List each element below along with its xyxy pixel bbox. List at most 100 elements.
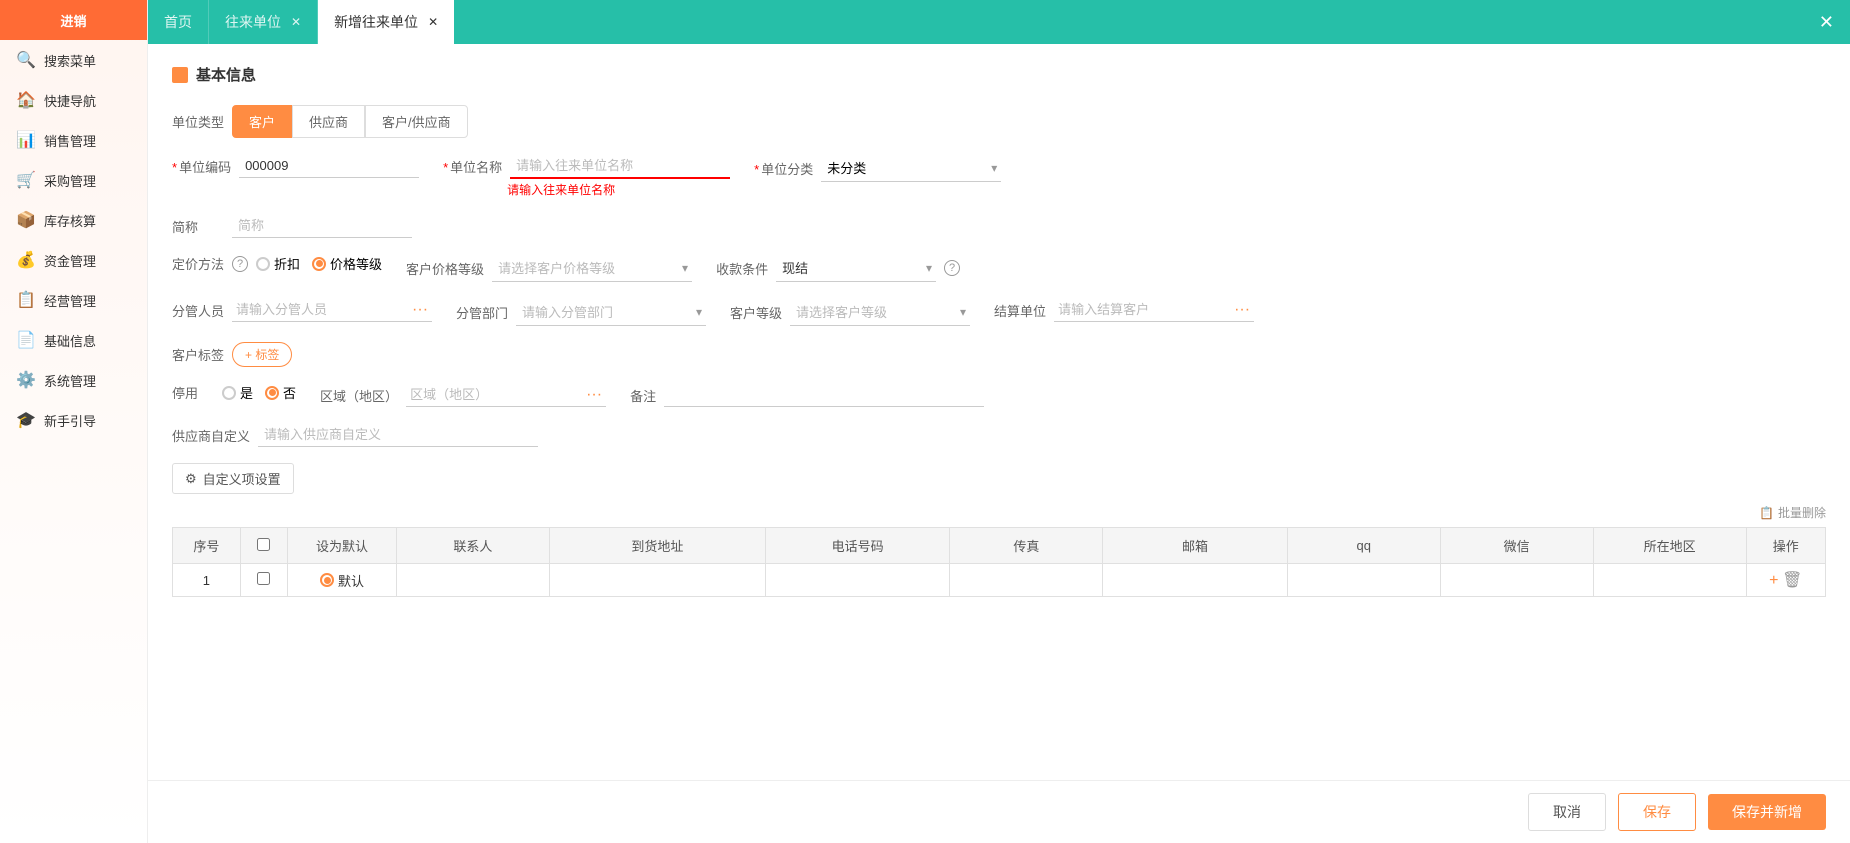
sidebar-item-finance[interactable]: 💰 资金管理 (0, 240, 147, 280)
region-input[interactable] (406, 383, 582, 406)
manager-ellipsis-btn[interactable]: ··· (408, 301, 432, 319)
unit-category-select-wrapper: 未分类 ▾ (821, 154, 1001, 182)
unit-type-group: 单位类型 客户 供应商 客户/供应商 (172, 105, 468, 138)
cell-wechat (1440, 564, 1593, 597)
batch-delete-btn[interactable]: 📋 批量删除 (1759, 504, 1826, 521)
payment-terms-help-icon[interactable]: ? (944, 260, 960, 276)
sidebar-item-operation[interactable]: 📋 经营管理 (0, 280, 147, 320)
th-action: 操作 (1746, 528, 1825, 564)
table-select-all[interactable] (257, 538, 270, 551)
pricing-help-icon[interactable]: ? (232, 256, 248, 272)
tab-new-unit[interactable]: 新增往来单位 ✕ (318, 0, 454, 44)
department-group: 分管部门 请输入分管部门 ▾ (456, 298, 706, 326)
cart-icon: 🛒 (16, 170, 36, 190)
th-check (240, 528, 287, 564)
tab-home[interactable]: 首页 (148, 0, 209, 44)
sidebar-item-inventory[interactable]: 📦 库存核算 (0, 200, 147, 240)
department-label: 分管部门 (456, 303, 508, 322)
cell-region (1593, 564, 1746, 597)
settlement-ellipsis-btn[interactable]: ··· (1230, 301, 1254, 319)
chart-icon: 📊 (16, 130, 36, 150)
row-delete-btn[interactable]: 🗑 (1782, 570, 1802, 590)
sidebar-item-newbie[interactable]: 🎓 新手引导 (0, 400, 147, 440)
row-checkbox[interactable] (257, 572, 270, 585)
department-select-wrapper: 请输入分管部门 ▾ (516, 298, 706, 326)
qq-input[interactable] (1324, 573, 1404, 588)
phone-input[interactable] (808, 573, 908, 588)
sidebar-item-purchase[interactable]: 🛒 采购管理 (0, 160, 147, 200)
th-email: 邮箱 (1103, 528, 1287, 564)
region-ellipsis-btn[interactable]: ··· (582, 386, 606, 404)
remarks-group: 备注 (630, 383, 984, 407)
wechat-input[interactable] (1477, 573, 1557, 588)
batch-delete-label: 批量删除 (1778, 504, 1826, 521)
sidebar-item-system[interactable]: ⚙️ 系统管理 (0, 360, 147, 400)
tab-unit-list[interactable]: 往来单位 ✕ (209, 0, 318, 44)
default-radio[interactable]: 默认 (296, 571, 388, 590)
cell-default: 默认 (288, 564, 397, 597)
contact-input[interactable] (433, 573, 513, 588)
disabled-radio-yes[interactable]: 是 (222, 383, 253, 402)
window-close-icon[interactable]: ✕ (1803, 0, 1850, 44)
table-row: 1 默认 (173, 564, 1826, 597)
payment-terms-select[interactable]: 现结 (776, 254, 936, 282)
abbreviation-input[interactable] (232, 214, 412, 238)
pricing-method-group: 定价方法 ? 折扣 价格等级 (172, 254, 382, 273)
customer-price-select[interactable]: 请选择客户价格等级 (492, 254, 692, 282)
abbreviation-group: 简称 (172, 214, 412, 238)
row-add-btn[interactable]: + (1769, 572, 1778, 590)
tab-new-unit-close[interactable]: ✕ (428, 15, 438, 29)
disabled-radio-no[interactable]: 否 (265, 383, 296, 402)
department-select[interactable]: 请输入分管部门 (516, 298, 706, 326)
supplier-custom-input[interactable] (258, 423, 538, 447)
table-toolbar: 📋 批量删除 (172, 504, 1826, 521)
unit-code-group: *单位编码 (172, 154, 419, 178)
email-input[interactable] (1145, 573, 1245, 588)
unit-name-input[interactable] (510, 154, 730, 179)
form-content: 基本信息 单位类型 客户 供应商 客户/供应商 *单位编码 (148, 44, 1850, 780)
sidebar-item-label: 库存核算 (44, 211, 96, 230)
save-button[interactable]: 保存 (1618, 793, 1696, 831)
settlement-input-wrapper: ··· (1054, 298, 1254, 322)
pricing-radio-level[interactable]: 价格等级 (312, 254, 382, 273)
th-contact: 联系人 (396, 528, 549, 564)
pricing-radio-discount[interactable]: 折扣 (256, 254, 300, 273)
type-btn-customer[interactable]: 客户 (232, 105, 292, 138)
save-new-button[interactable]: 保存并新增 (1708, 794, 1826, 830)
fax-input[interactable] (986, 573, 1066, 588)
settlement-input[interactable] (1054, 298, 1230, 321)
main-area: 首页 往来单位 ✕ 新增往来单位 ✕ ✕ 基本信息 单位类型 客户 供应商 客户 (148, 0, 1850, 843)
th-address: 到货地址 (549, 528, 765, 564)
cell-fax (950, 564, 1103, 597)
cell-action: + 🗑 (1746, 564, 1825, 597)
sidebar-item-sales[interactable]: 📊 销售管理 (0, 120, 147, 160)
cancel-button[interactable]: 取消 (1528, 793, 1606, 831)
sidebar-item-label: 基础信息 (44, 331, 96, 350)
search-icon: 🔍 (16, 50, 36, 70)
sidebar-item-quicknav[interactable]: 🏠 快捷导航 (0, 80, 147, 120)
customer-level-label: 客户等级 (730, 303, 782, 322)
manager-input[interactable] (232, 298, 408, 321)
disabled-region-row: 停用 是 否 区域（地区） (172, 383, 1826, 407)
unit-name-group: *单位名称 请输入往来单位名称 (443, 154, 730, 198)
unit-code-input[interactable] (239, 154, 419, 178)
type-btn-both[interactable]: 客户/供应商 (365, 105, 468, 138)
graduation-icon: 🎓 (16, 410, 36, 430)
radio-label-no: 否 (283, 383, 296, 402)
unit-name-error: 请输入往来单位名称 (507, 181, 730, 198)
custom-settings-button[interactable]: ⚙ 自定义项设置 (172, 463, 294, 494)
payment-terms-select-wrapper: 现结 ▾ (776, 254, 936, 282)
remarks-input[interactable] (664, 383, 984, 407)
region-table-input[interactable] (1630, 573, 1710, 588)
unit-category-select[interactable]: 未分类 (821, 154, 1001, 182)
abbreviation-row: 简称 (172, 214, 1826, 238)
add-tag-button[interactable]: + 标签 (232, 342, 292, 367)
address-input[interactable] (597, 573, 717, 588)
customer-level-select[interactable]: 请选择客户等级 (790, 298, 970, 326)
tab-unit-list-close[interactable]: ✕ (291, 15, 301, 29)
sidebar-item-search[interactable]: 🔍 搜索菜单 (0, 40, 147, 80)
th-phone: 电话号码 (765, 528, 949, 564)
sidebar-item-basic[interactable]: 📄 基础信息 (0, 320, 147, 360)
cell-check (240, 564, 287, 597)
type-btn-supplier[interactable]: 供应商 (292, 105, 365, 138)
